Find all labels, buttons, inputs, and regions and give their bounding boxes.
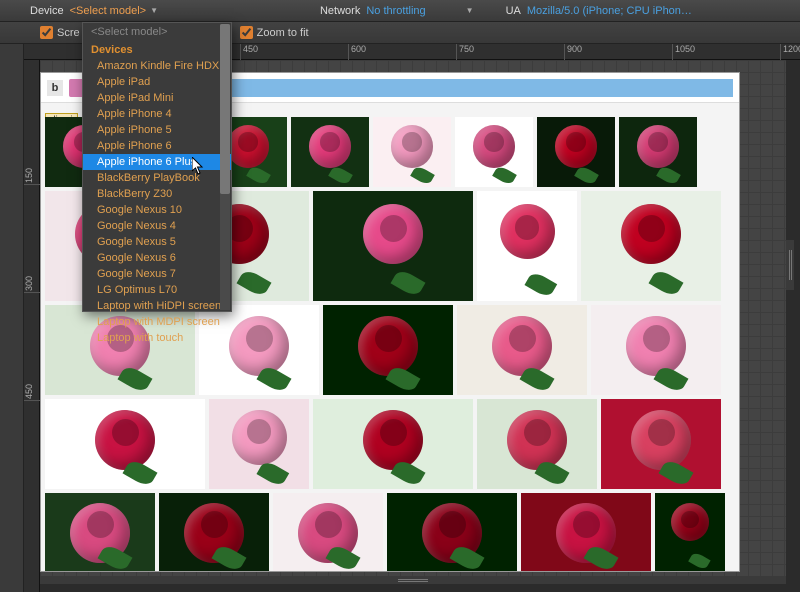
image-thumb[interactable] [655, 493, 725, 572]
image-thumb[interactable] [455, 117, 533, 187]
ruler-tick: 1200 [780, 44, 800, 60]
device-option[interactable]: BlackBerry Z30 [83, 186, 231, 202]
device-option[interactable]: Apple iPhone 6 [83, 138, 231, 154]
ruler-tick: 300 [24, 276, 40, 293]
bing-logo-icon[interactable]: b [47, 80, 63, 96]
image-thumb[interactable] [537, 117, 615, 187]
image-row [45, 493, 735, 572]
dropdown-placeholder[interactable]: <Select model> [83, 23, 231, 41]
ruler-vertical: 150 300 450 [24, 60, 40, 592]
dropdown-section-header: Devices [83, 41, 231, 58]
image-thumb[interactable] [581, 191, 721, 301]
device-option[interactable]: Google Nexus 10 [83, 202, 231, 218]
image-thumb[interactable] [291, 117, 369, 187]
device-option[interactable]: BlackBerry PlayBook [83, 170, 231, 186]
ruler-tick: 600 [348, 44, 366, 60]
device-option[interactable]: Laptop with MDPI screen [83, 314, 231, 330]
image-thumb[interactable] [45, 493, 155, 572]
device-label: Device [30, 5, 64, 17]
device-option[interactable]: Apple iPad Mini [83, 90, 231, 106]
viewport-resize-handle-bottom[interactable] [40, 576, 786, 584]
device-option[interactable]: Google Nexus 4 [83, 218, 231, 234]
device-option[interactable]: Laptop with HiDPI screen [83, 298, 231, 314]
chevron-down-icon: ▼ [150, 6, 158, 15]
ruler-tick: 450 [24, 384, 40, 401]
dropdown-scrollbar-thumb[interactable] [220, 24, 230, 194]
ua-value[interactable]: Mozilla/5.0 (iPhone; CPU iPhon… [527, 5, 692, 17]
screencast-checkbox-input[interactable] [40, 26, 53, 39]
device-option[interactable]: Apple iPhone 5 [83, 122, 231, 138]
ua-label: UA [506, 5, 521, 17]
image-thumb[interactable] [387, 493, 517, 572]
page-header-highlight [145, 79, 733, 97]
device-option[interactable]: LG Optimus L70 [83, 282, 231, 298]
image-thumb[interactable] [591, 305, 721, 395]
screencast-checkbox[interactable]: Scre [0, 26, 90, 39]
network-label: Network [320, 5, 360, 17]
image-thumb[interactable] [323, 305, 453, 395]
image-thumb[interactable] [209, 399, 309, 489]
image-row [45, 399, 735, 489]
device-option[interactable]: Google Nexus 7 [83, 266, 231, 282]
chevron-down-icon: ▼ [466, 6, 474, 15]
ruler-tick: 150 [24, 168, 40, 185]
image-thumb[interactable] [477, 191, 577, 301]
screencast-checkbox-label: Scre [57, 27, 80, 39]
device-option[interactable]: Google Nexus 6 [83, 250, 231, 266]
ruler-tick: 750 [456, 44, 474, 60]
device-option[interactable]: Apple iPhone 4 [83, 106, 231, 122]
left-icon-rail: ⊘ [0, 0, 24, 592]
zoom-checkbox-label: Zoom to fit [257, 27, 309, 39]
image-thumb[interactable] [619, 117, 697, 187]
device-option[interactable]: Laptop with touch [83, 330, 231, 346]
device-option[interactable]: Apple iPhone 6 Plus [83, 154, 231, 170]
image-thumb[interactable] [373, 117, 451, 187]
device-model-dropdown[interactable]: <Select model> Devices Amazon Kindle Fir… [82, 22, 232, 312]
viewport-resize-handle-right[interactable] [786, 240, 794, 290]
image-thumb[interactable] [273, 493, 383, 572]
image-thumb[interactable] [601, 399, 721, 489]
network-select[interactable]: No throttling [366, 5, 425, 17]
device-option[interactable]: Google Nexus 5 [83, 234, 231, 250]
image-thumb[interactable] [457, 305, 587, 395]
image-thumb[interactable] [313, 191, 473, 301]
ruler-tick: 450 [240, 44, 258, 60]
device-option[interactable]: Apple iPad [83, 74, 231, 90]
image-thumb[interactable] [477, 399, 597, 489]
image-thumb[interactable] [313, 399, 473, 489]
ruler-tick: 900 [564, 44, 582, 60]
device-select[interactable]: <Select model> ▼ [70, 5, 158, 17]
image-thumb[interactable] [45, 399, 205, 489]
zoom-checkbox-input[interactable] [240, 26, 253, 39]
image-thumb[interactable] [521, 493, 651, 572]
dropdown-list: Amazon Kindle Fire HDXApple iPadApple iP… [83, 58, 231, 346]
devtools-toolbar: Device <Select model> ▼ Network No throt… [0, 0, 800, 22]
device-option[interactable]: Amazon Kindle Fire HDX [83, 58, 231, 74]
device-select-value: <Select model> [70, 5, 146, 17]
ruler-tick: 1050 [672, 44, 695, 60]
image-thumb[interactable] [159, 493, 269, 572]
